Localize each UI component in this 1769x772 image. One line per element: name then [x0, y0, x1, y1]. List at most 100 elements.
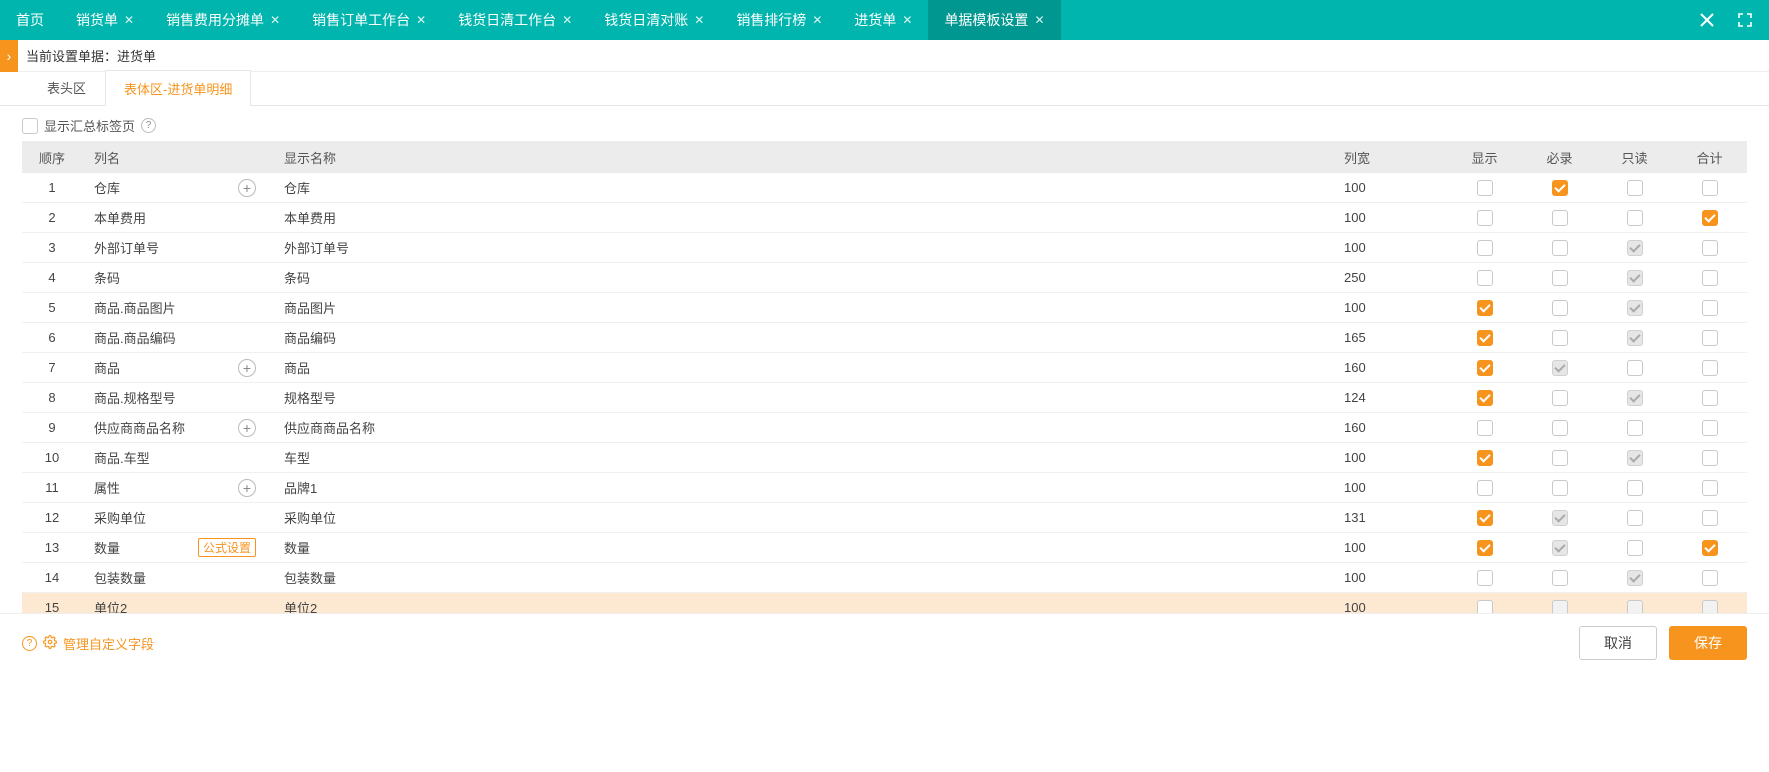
cell-display[interactable]: 单位2 — [272, 598, 1332, 613]
fullscreen-icon[interactable] — [1735, 10, 1755, 30]
context-expand-icon[interactable]: › — [0, 40, 18, 72]
tab-6[interactable]: 销售排行榜✕ — [720, 0, 838, 40]
checkbox-required[interactable] — [1552, 180, 1568, 196]
close-icon[interactable]: ✕ — [812, 13, 822, 27]
cell-display[interactable]: 外部订单号 — [272, 238, 1332, 257]
tab-5[interactable]: 钱货日清对账✕ — [588, 0, 720, 40]
checkbox-show[interactable] — [1477, 510, 1493, 526]
checkbox-total[interactable] — [1702, 210, 1718, 226]
checkbox-readonly[interactable] — [1627, 420, 1643, 436]
cell-display[interactable]: 商品 — [272, 358, 1332, 377]
close-icon[interactable]: ✕ — [270, 13, 280, 27]
tab-0[interactable]: 首页 — [0, 0, 60, 40]
close-icon[interactable]: ✕ — [562, 13, 572, 27]
checkbox-total[interactable] — [1702, 450, 1718, 466]
checkbox-show[interactable] — [1477, 270, 1493, 286]
close-icon[interactable]: ✕ — [124, 13, 134, 27]
table-row[interactable]: 3外部订单号外部订单号100 — [22, 233, 1747, 263]
checkbox-total[interactable] — [1702, 510, 1718, 526]
add-icon[interactable]: + — [238, 419, 256, 437]
checkbox-readonly[interactable] — [1627, 510, 1643, 526]
checkbox-show[interactable] — [1477, 300, 1493, 316]
gear-icon[interactable] — [43, 635, 57, 652]
tab-3[interactable]: 销售订单工作台✕ — [296, 0, 442, 40]
checkbox-readonly[interactable] — [1627, 360, 1643, 376]
cell-display[interactable]: 品牌1 — [272, 478, 1332, 497]
checkbox-total[interactable] — [1702, 240, 1718, 256]
table-row[interactable]: 12采购单位采购单位131 — [22, 503, 1747, 533]
tab-8[interactable]: 单据模板设置✕ — [928, 0, 1060, 40]
checkbox-total[interactable] — [1702, 360, 1718, 376]
cell-display[interactable]: 条码 — [272, 268, 1332, 287]
checkbox-show[interactable] — [1477, 210, 1493, 226]
checkbox-total[interactable] — [1702, 330, 1718, 346]
cell-width[interactable]: 160 — [1332, 360, 1447, 375]
checkbox-required[interactable] — [1552, 450, 1568, 466]
checkbox-required[interactable] — [1552, 420, 1568, 436]
checkbox-required[interactable] — [1552, 270, 1568, 286]
cell-width[interactable]: 100 — [1332, 240, 1447, 255]
checkbox-total[interactable] — [1702, 180, 1718, 196]
cell-width[interactable]: 100 — [1332, 450, 1447, 465]
checkbox-readonly[interactable] — [1627, 480, 1643, 496]
cell-display[interactable]: 采购单位 — [272, 508, 1332, 527]
grid-body[interactable]: 1仓库+仓库1002本单费用本单费用1003外部订单号外部订单号1004条码条码… — [22, 173, 1747, 613]
checkbox-required[interactable] — [1552, 570, 1568, 586]
add-icon[interactable]: + — [238, 179, 256, 197]
checkbox-show[interactable] — [1477, 330, 1493, 346]
cell-width[interactable]: 100 — [1332, 480, 1447, 495]
cell-width[interactable]: 100 — [1332, 570, 1447, 585]
cell-width[interactable]: 100 — [1332, 180, 1447, 195]
close-icon[interactable]: ✕ — [1034, 13, 1044, 27]
cell-display[interactable]: 商品编码 — [272, 328, 1332, 347]
formula-badge[interactable]: 公式设置 — [198, 538, 256, 557]
checkbox-show[interactable] — [1477, 540, 1493, 556]
table-row[interactable]: 14包装数量包装数量100 — [22, 563, 1747, 593]
tab-1[interactable]: 销货单✕ — [60, 0, 150, 40]
table-row[interactable]: 8商品.规格型号规格型号124 — [22, 383, 1747, 413]
checkbox-required[interactable] — [1552, 300, 1568, 316]
cell-display[interactable]: 规格型号 — [272, 388, 1332, 407]
cell-display[interactable]: 商品图片 — [272, 298, 1332, 317]
close-icon[interactable]: ✕ — [902, 13, 912, 27]
checkbox-required[interactable] — [1552, 330, 1568, 346]
inner-tab-1[interactable]: 表体区-进货单明细 — [105, 70, 251, 106]
checkbox-required[interactable] — [1552, 480, 1568, 496]
table-row[interactable]: 13数量公式设置数量100 — [22, 533, 1747, 563]
cell-width[interactable]: 100 — [1332, 540, 1447, 555]
cell-display[interactable]: 仓库 — [272, 178, 1332, 197]
cell-display[interactable]: 包装数量 — [272, 568, 1332, 587]
close-icon[interactable]: ✕ — [694, 13, 704, 27]
help-icon[interactable]: ? — [141, 118, 156, 133]
table-row[interactable]: 7商品+商品160 — [22, 353, 1747, 383]
cell-width[interactable]: 100 — [1332, 600, 1447, 613]
table-row[interactable]: 1仓库+仓库100 — [22, 173, 1747, 203]
close-icon[interactable]: ✕ — [416, 13, 426, 27]
cell-width[interactable]: 250 — [1332, 270, 1447, 285]
manage-custom-fields-link[interactable]: 管理自定义字段 — [63, 634, 154, 653]
cell-display[interactable]: 数量 — [272, 538, 1332, 557]
checkbox-readonly[interactable] — [1627, 210, 1643, 226]
checkbox-required[interactable] — [1552, 210, 1568, 226]
checkbox-show[interactable] — [1477, 180, 1493, 196]
checkbox-total[interactable] — [1702, 270, 1718, 286]
checkbox-show[interactable] — [1477, 480, 1493, 496]
cell-width[interactable]: 124 — [1332, 390, 1447, 405]
cell-display[interactable]: 供应商商品名称 — [272, 418, 1332, 437]
show-summary-checkbox[interactable] — [22, 118, 38, 134]
cell-width[interactable]: 100 — [1332, 300, 1447, 315]
checkbox-show[interactable] — [1477, 570, 1493, 586]
inner-tab-0[interactable]: 表头区 — [28, 69, 105, 105]
table-row[interactable]: 10商品.车型车型100 — [22, 443, 1747, 473]
close-all-icon[interactable] — [1697, 10, 1717, 30]
checkbox-show[interactable] — [1477, 600, 1493, 614]
checkbox-readonly[interactable] — [1627, 540, 1643, 556]
checkbox-show[interactable] — [1477, 390, 1493, 406]
cancel-button[interactable]: 取消 — [1579, 626, 1657, 660]
cell-display[interactable]: 车型 — [272, 448, 1332, 467]
tab-4[interactable]: 钱货日清工作台✕ — [442, 0, 588, 40]
cell-width[interactable]: 100 — [1332, 210, 1447, 225]
checkbox-required[interactable] — [1552, 390, 1568, 406]
tab-7[interactable]: 进货单✕ — [838, 0, 928, 40]
table-row[interactable]: 11属性+品牌1100 — [22, 473, 1747, 503]
